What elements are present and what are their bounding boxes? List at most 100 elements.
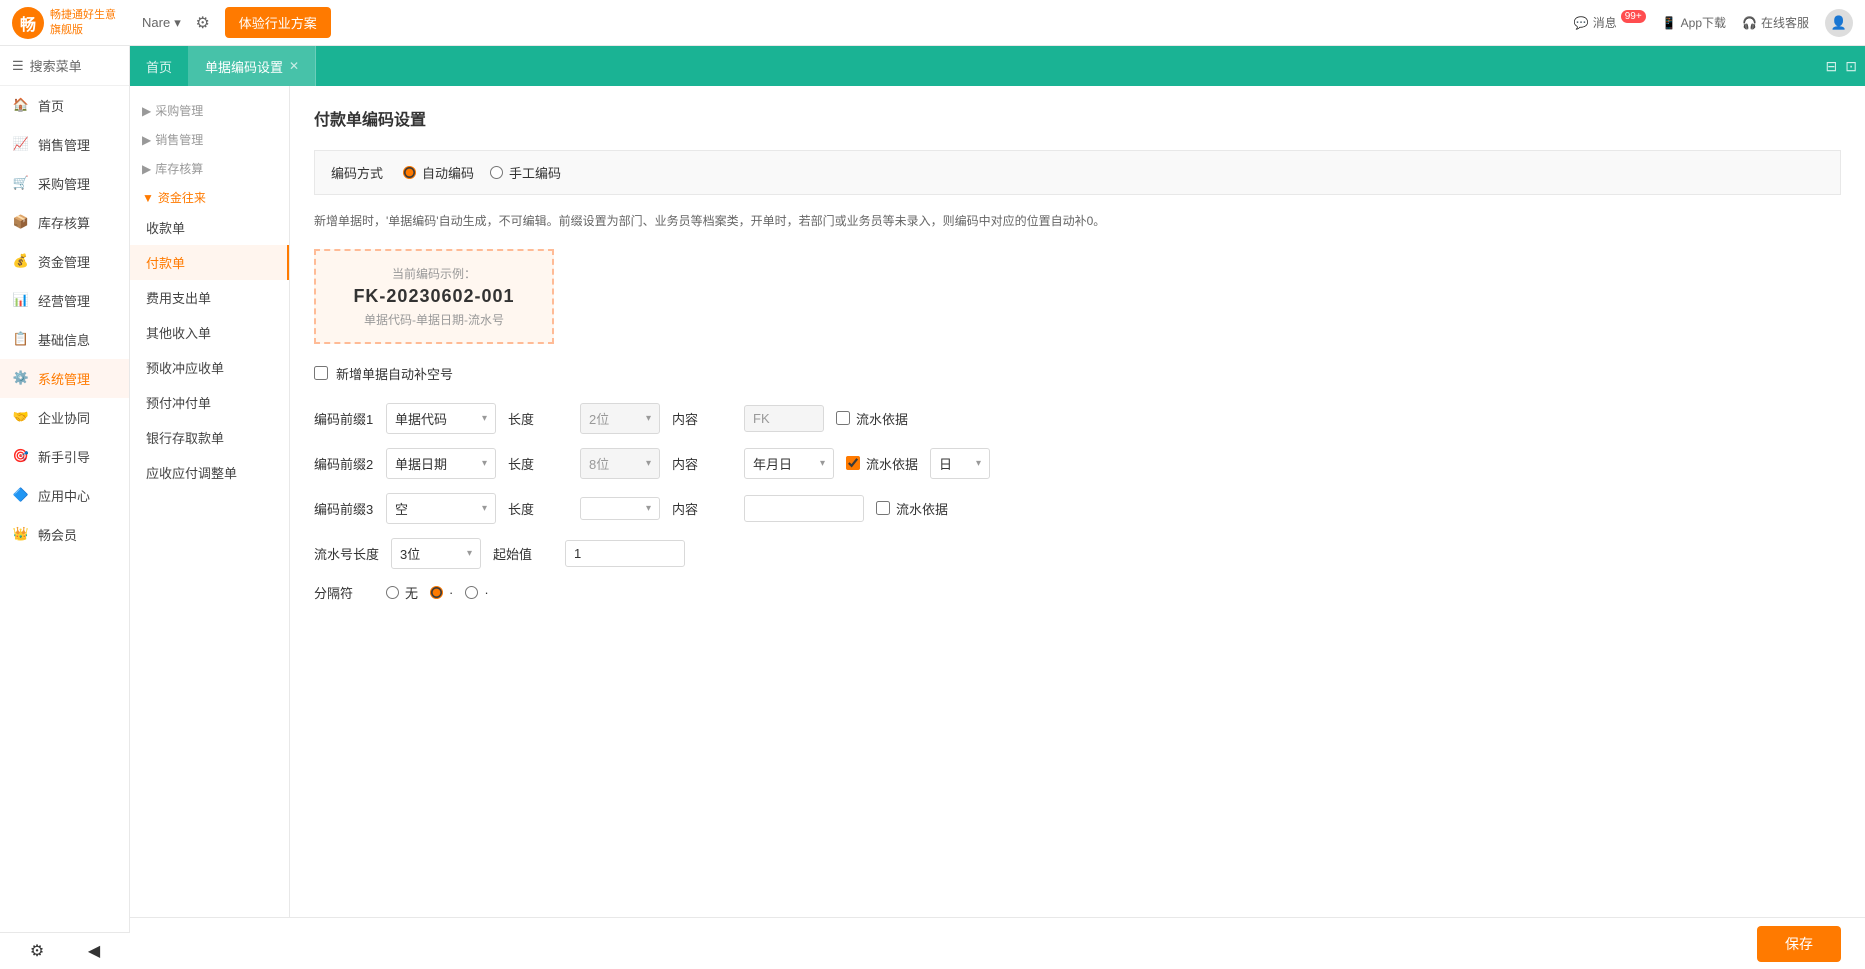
- prefix2-select[interactable]: 单据日期 ▾: [386, 448, 496, 479]
- auto-fill-checkbox[interactable]: [314, 366, 328, 380]
- prefix2-period-select[interactable]: 日 ▾: [930, 448, 990, 479]
- sep-dash-option[interactable]: ·: [465, 585, 488, 600]
- sidebar-item-member[interactable]: 👑 畅会员: [0, 515, 129, 554]
- sub-section-purchase[interactable]: ▶ 采购管理: [130, 94, 289, 123]
- system-icon: ⚙️: [12, 370, 30, 388]
- sub-item-receipt-label: 收款单: [146, 218, 185, 237]
- sidebar-item-enterprise[interactable]: 🤝 企业协同: [0, 398, 129, 437]
- sub-item-payment[interactable]: 付款单: [130, 245, 289, 280]
- prefix3-stream-checkbox[interactable]: [876, 501, 890, 515]
- sub-section-fund[interactable]: ▼ 资金往来: [130, 181, 289, 210]
- sep-dot-radio[interactable]: [430, 586, 443, 599]
- search-menu-button[interactable]: ☰ 搜索菜单: [0, 46, 129, 86]
- sep-none-label: 无: [405, 583, 418, 602]
- settings-gear-button[interactable]: ⚙: [189, 9, 217, 37]
- service-icon: 🎧: [1742, 16, 1757, 30]
- prefix1-arrow-icon: ▾: [482, 413, 487, 424]
- prefix3-select[interactable]: 空 ▾: [386, 493, 496, 524]
- trial-button[interactable]: 体验行业方案: [225, 7, 331, 38]
- sidebar-item-sales[interactable]: 📈 销售管理: [0, 125, 129, 164]
- serial-length-arrow: ▾: [467, 548, 472, 559]
- messages-button[interactable]: 💬 消息 99+: [1574, 14, 1646, 31]
- manual-code-radio[interactable]: [490, 166, 503, 179]
- serial-start-input[interactable]: [565, 540, 685, 567]
- sidebar-item-basic-info[interactable]: 📋 基础信息: [0, 320, 129, 359]
- sub-item-bank[interactable]: 银行存取款单: [130, 420, 289, 455]
- prefix3-length-arrow: ▾: [646, 503, 651, 514]
- tab-home[interactable]: 首页: [130, 46, 189, 86]
- prefix2-stream-item[interactable]: 流水依据: [846, 454, 918, 473]
- company-name: Nare: [142, 15, 170, 30]
- sidebar-item-finance[interactable]: 💰 资金管理: [0, 242, 129, 281]
- prefix1-stream-label: 流水依据: [856, 409, 908, 428]
- maximize-icon[interactable]: ⊡: [1845, 58, 1857, 75]
- separator-row: 分隔符 无 · ·: [314, 583, 1841, 602]
- sidebar-item-operations[interactable]: 📊 经营管理: [0, 281, 129, 320]
- prefix3-content-input[interactable]: [744, 495, 864, 522]
- sep-dot-option[interactable]: ·: [430, 585, 453, 600]
- prefix1-length-select[interactable]: 2位 ▾: [580, 403, 660, 434]
- manual-code-option[interactable]: 手工编码: [490, 163, 561, 182]
- sub-item-other-income[interactable]: 其他收入单: [130, 315, 289, 350]
- minimize-icon[interactable]: ⊟: [1826, 58, 1838, 75]
- company-dropdown[interactable]: Nare ▾: [142, 15, 181, 31]
- tab-close-icon[interactable]: ✕: [289, 59, 299, 73]
- sub-item-receipt[interactable]: 收款单: [130, 210, 289, 245]
- sep-dot-label: ·: [449, 585, 453, 600]
- manual-code-label: 手工编码: [509, 163, 561, 182]
- auto-code-radio[interactable]: [403, 166, 416, 179]
- serial-length-select[interactable]: 3位 ▾: [391, 538, 481, 569]
- chevron-right-icon: ▶: [142, 104, 151, 118]
- auto-fill-label: 新增单据自动补空号: [336, 364, 453, 383]
- sep-none-option[interactable]: 无: [386, 583, 418, 602]
- serial-length-label: 流水号长度: [314, 544, 379, 563]
- settings-bottom-icon[interactable]: ⚙: [30, 941, 44, 961]
- sub-item-expense[interactable]: 费用支出单: [130, 280, 289, 315]
- app-download-button[interactable]: 📱 App下载: [1662, 14, 1726, 31]
- app-center-icon: 🔷: [12, 487, 30, 505]
- sidebar-item-purchase[interactable]: 🛒 采购管理: [0, 164, 129, 203]
- sidebar-item-inventory[interactable]: 📦 库存核算: [0, 203, 129, 242]
- auto-fill-row: 新增单据自动补空号: [314, 364, 1841, 383]
- sidebar-item-app-center[interactable]: 🔷 应用中心: [0, 476, 129, 515]
- sub-item-prepay-pay[interactable]: 预付冲付单: [130, 385, 289, 420]
- enterprise-icon: 🤝: [12, 409, 30, 427]
- sub-item-prepay-recv[interactable]: 预收冲应收单: [130, 350, 289, 385]
- collapse-icon[interactable]: ◀: [88, 941, 100, 961]
- encoding-mode-label: 编码方式: [331, 163, 383, 182]
- prefix3-row: 编码前缀3 空 ▾ 长度 ▾ 内容 流水依据: [314, 493, 1841, 524]
- sidebar-item-system[interactable]: ⚙️ 系统管理: [0, 359, 129, 398]
- prefix2-length-select[interactable]: 8位 ▾: [580, 448, 660, 479]
- code-preview: 当前编码示例： FK-20230602-001 单据代码-单据日期-流水号: [314, 249, 554, 344]
- encoding-radio-group: 自动编码 手工编码: [403, 163, 561, 182]
- prefix3-length-select[interactable]: ▾: [580, 497, 660, 520]
- user-avatar[interactable]: 👤: [1825, 9, 1853, 37]
- chevron-right-icon-inv: ▶: [142, 162, 151, 176]
- sub-item-ar-ap-adjust[interactable]: 应收应付调整单: [130, 455, 289, 490]
- prefix2-content-select[interactable]: 年月日 ▾: [744, 448, 834, 479]
- sidebar-item-inventory-label: 库存核算: [38, 213, 90, 232]
- tab-encoding-settings[interactable]: 单据编码设置 ✕: [189, 46, 316, 86]
- sidebar-item-home[interactable]: 🏠 首页: [0, 86, 129, 125]
- prefix1-select[interactable]: 单据代码 ▾: [386, 403, 496, 434]
- sep-none-radio[interactable]: [386, 586, 399, 599]
- app-download-label: App下载: [1681, 14, 1726, 31]
- online-service-button[interactable]: 🎧 在线客服: [1742, 14, 1809, 31]
- save-button[interactable]: 保存: [1757, 926, 1841, 962]
- prefix1-stream-checkbox[interactable]: [836, 411, 850, 425]
- sep-dash-radio[interactable]: [465, 586, 478, 599]
- message-label: 消息: [1593, 14, 1617, 31]
- tab-home-label: 首页: [146, 57, 172, 76]
- page-content: 付款单编码设置 编码方式 自动编码 手工编码 新增单据时，'单据编码'自动生成，…: [290, 86, 1865, 917]
- prefix3-stream-item[interactable]: 流水依据: [876, 499, 948, 518]
- sub-section-sales[interactable]: ▶ 销售管理: [130, 123, 289, 152]
- sub-section-inventory[interactable]: ▶ 库存核算: [130, 152, 289, 181]
- sidebar-item-guide[interactable]: 🎯 新手引导: [0, 437, 129, 476]
- prefix1-stream-item[interactable]: 流水依据: [836, 409, 908, 428]
- auto-code-option[interactable]: 自动编码: [403, 163, 474, 182]
- prefix2-period-value: 日: [939, 454, 952, 473]
- prefix2-stream-checkbox[interactable]: [846, 456, 860, 470]
- logo-icon: 畅: [12, 7, 44, 39]
- sub-item-other-income-label: 其他收入单: [146, 323, 211, 342]
- sub-item-prepay-pay-label: 预付冲付单: [146, 393, 211, 412]
